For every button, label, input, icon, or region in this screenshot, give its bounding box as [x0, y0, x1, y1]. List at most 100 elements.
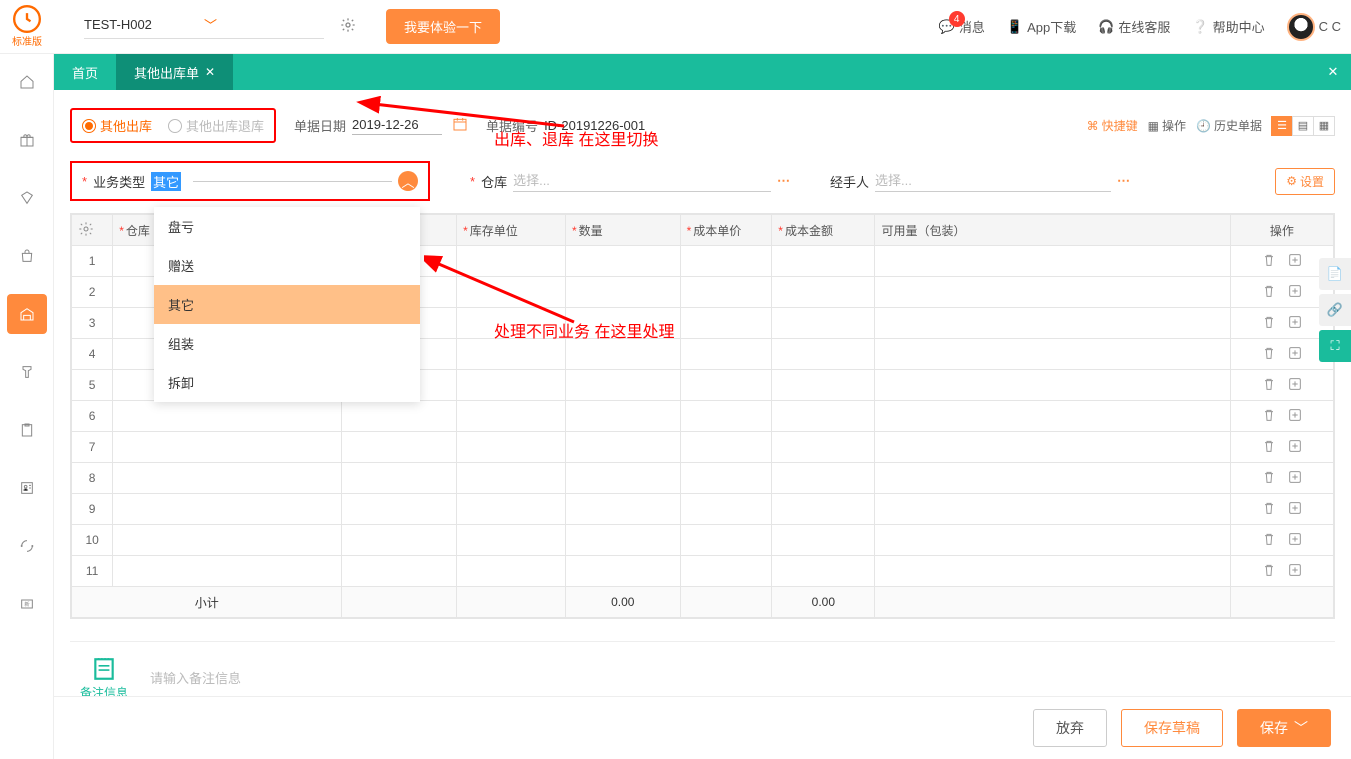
float-note-icon[interactable]: 📄	[1319, 258, 1351, 290]
delete-row-icon[interactable]	[1261, 531, 1277, 550]
add-row-icon[interactable]	[1287, 500, 1303, 519]
table-row[interactable]: 10	[72, 525, 1334, 556]
nav-money[interactable]	[7, 352, 47, 392]
table-row[interactable]: 11	[72, 556, 1334, 587]
col-amt: *成本金额	[772, 215, 875, 246]
radio-icon	[82, 119, 96, 133]
close-icon[interactable]: ✕	[205, 65, 215, 79]
add-row-icon[interactable]	[1287, 376, 1303, 395]
gear-icon[interactable]	[340, 17, 356, 36]
operate-label: 操作	[1162, 117, 1186, 134]
float-link-icon[interactable]: 🔗	[1319, 294, 1351, 326]
nav-cycle[interactable]	[7, 526, 47, 566]
user-menu[interactable]: C C	[1287, 13, 1341, 41]
trial-button[interactable]: 我要体验一下	[386, 9, 500, 44]
footer-actions: 放弃 保存草稿 保存 ﹀	[54, 696, 1351, 759]
help-link[interactable]: ❔ 帮助中心	[1192, 17, 1264, 36]
add-row-icon[interactable]	[1287, 438, 1303, 457]
nav-home[interactable]	[7, 62, 47, 102]
shortcut-link[interactable]: ⌘快捷键	[1087, 117, 1138, 134]
radio-return[interactable]: 其他出库退库	[168, 116, 264, 135]
handler-field[interactable]: 经手人 选择... ⋯	[830, 170, 1130, 192]
nav-clipboard[interactable]	[7, 410, 47, 450]
delete-row-icon[interactable]	[1261, 500, 1277, 519]
add-row-icon[interactable]	[1287, 252, 1303, 271]
close-all-tabs[interactable]: ✕	[1315, 54, 1351, 90]
option-gift[interactable]: 赠送	[154, 246, 420, 285]
view-grid-icon[interactable]: ▦	[1313, 116, 1335, 136]
table-row[interactable]: 7	[72, 432, 1334, 463]
support-link[interactable]: 🎧 在线客服	[1098, 17, 1170, 36]
more-icon[interactable]: ⋯	[777, 173, 790, 189]
option-loss[interactable]: 盘亏	[154, 207, 420, 246]
discard-button[interactable]: 放弃	[1033, 709, 1107, 747]
radio-outbound[interactable]: 其他出库	[82, 116, 152, 135]
nav-gift[interactable]	[7, 120, 47, 160]
row-index: 3	[72, 308, 113, 339]
option-disassemble[interactable]: 拆卸	[154, 363, 420, 402]
nav-bag[interactable]	[7, 236, 47, 276]
save-button[interactable]: 保存 ﹀	[1237, 709, 1331, 747]
doc-date-value[interactable]: 2019-12-26	[352, 117, 442, 135]
biz-type-box: * 业务类型 其它 ︿ 盘亏 赠送 其它 组装 拆卸	[70, 161, 430, 201]
add-row-icon[interactable]	[1287, 469, 1303, 488]
table-row[interactable]: 6	[72, 401, 1334, 432]
annotation-text-2: 处理不同业务 在这里处理	[494, 318, 674, 342]
delete-row-icon[interactable]	[1261, 252, 1277, 271]
app-download-link[interactable]: 📱 App下载	[1007, 17, 1076, 36]
settings-button[interactable]: ⚙ 设置	[1275, 168, 1335, 195]
add-row-icon[interactable]	[1287, 562, 1303, 581]
store-selector[interactable]: TEST-H002 ﹀	[84, 15, 324, 39]
tab-home[interactable]: 首页	[54, 54, 116, 90]
delete-row-icon[interactable]	[1261, 562, 1277, 581]
view-list-icon[interactable]: ☰	[1271, 116, 1293, 136]
col-gear[interactable]	[72, 215, 113, 246]
required-mark: *	[470, 174, 475, 189]
biz-type-field[interactable]: * 业务类型 其它 ︿	[82, 171, 418, 191]
remark-input[interactable]	[146, 661, 1325, 696]
history-link[interactable]: 🕘历史单据	[1196, 117, 1262, 134]
nav-new[interactable]: 新	[7, 584, 47, 624]
save-draft-button[interactable]: 保存草稿	[1121, 709, 1223, 747]
page-content: 其他出库 其他出库退库 单据日期 2019-12-26 单据编号	[54, 90, 1351, 759]
help-icon: ❔	[1192, 19, 1208, 35]
warehouse-label: 仓库	[481, 172, 507, 191]
row-index: 4	[72, 339, 113, 370]
row-index: 8	[72, 463, 113, 494]
tab-other-outbound[interactable]: 其他出库单 ✕	[116, 54, 233, 90]
doc-date-label: 单据日期	[294, 116, 346, 135]
col-unit: *库存单位	[457, 215, 566, 246]
warehouse-field[interactable]: * 仓库 选择... ⋯	[470, 170, 790, 192]
chevron-up-icon[interactable]: ︿	[398, 171, 418, 191]
delete-row-icon[interactable]	[1261, 283, 1277, 302]
operate-link[interactable]: ▦操作	[1148, 117, 1186, 134]
nav-warehouse[interactable]	[7, 294, 47, 334]
nav-contacts[interactable]	[7, 468, 47, 508]
delete-row-icon[interactable]	[1261, 314, 1277, 333]
delete-row-icon[interactable]	[1261, 438, 1277, 457]
table-row[interactable]: 8	[72, 463, 1334, 494]
add-row-icon[interactable]	[1287, 314, 1303, 333]
calendar-icon[interactable]	[452, 116, 468, 135]
support-label: 在线客服	[1118, 17, 1170, 36]
option-other[interactable]: 其它	[154, 285, 420, 324]
add-row-icon[interactable]	[1287, 407, 1303, 426]
table-row[interactable]: 9	[72, 494, 1334, 525]
view-compact-icon[interactable]: ▤	[1292, 116, 1314, 136]
delete-row-icon[interactable]	[1261, 376, 1277, 395]
delete-row-icon[interactable]	[1261, 345, 1277, 364]
col-avail: 可用量（包装）	[875, 215, 1230, 246]
add-row-icon[interactable]	[1287, 283, 1303, 302]
subtotal-row: 小计 0.00 0.00	[72, 587, 1334, 618]
delete-row-icon[interactable]	[1261, 469, 1277, 488]
add-row-icon[interactable]	[1287, 531, 1303, 550]
add-row-icon[interactable]	[1287, 345, 1303, 364]
float-expand-icon[interactable]: ⛶	[1319, 330, 1351, 362]
subtotal-amt: 0.00	[772, 587, 875, 618]
row-index: 10	[72, 525, 113, 556]
option-assemble[interactable]: 组装	[154, 324, 420, 363]
more-icon[interactable]: ⋯	[1117, 173, 1130, 189]
messages-link[interactable]: 💬 消息 4	[939, 17, 985, 36]
delete-row-icon[interactable]	[1261, 407, 1277, 426]
nav-diamond[interactable]	[7, 178, 47, 218]
